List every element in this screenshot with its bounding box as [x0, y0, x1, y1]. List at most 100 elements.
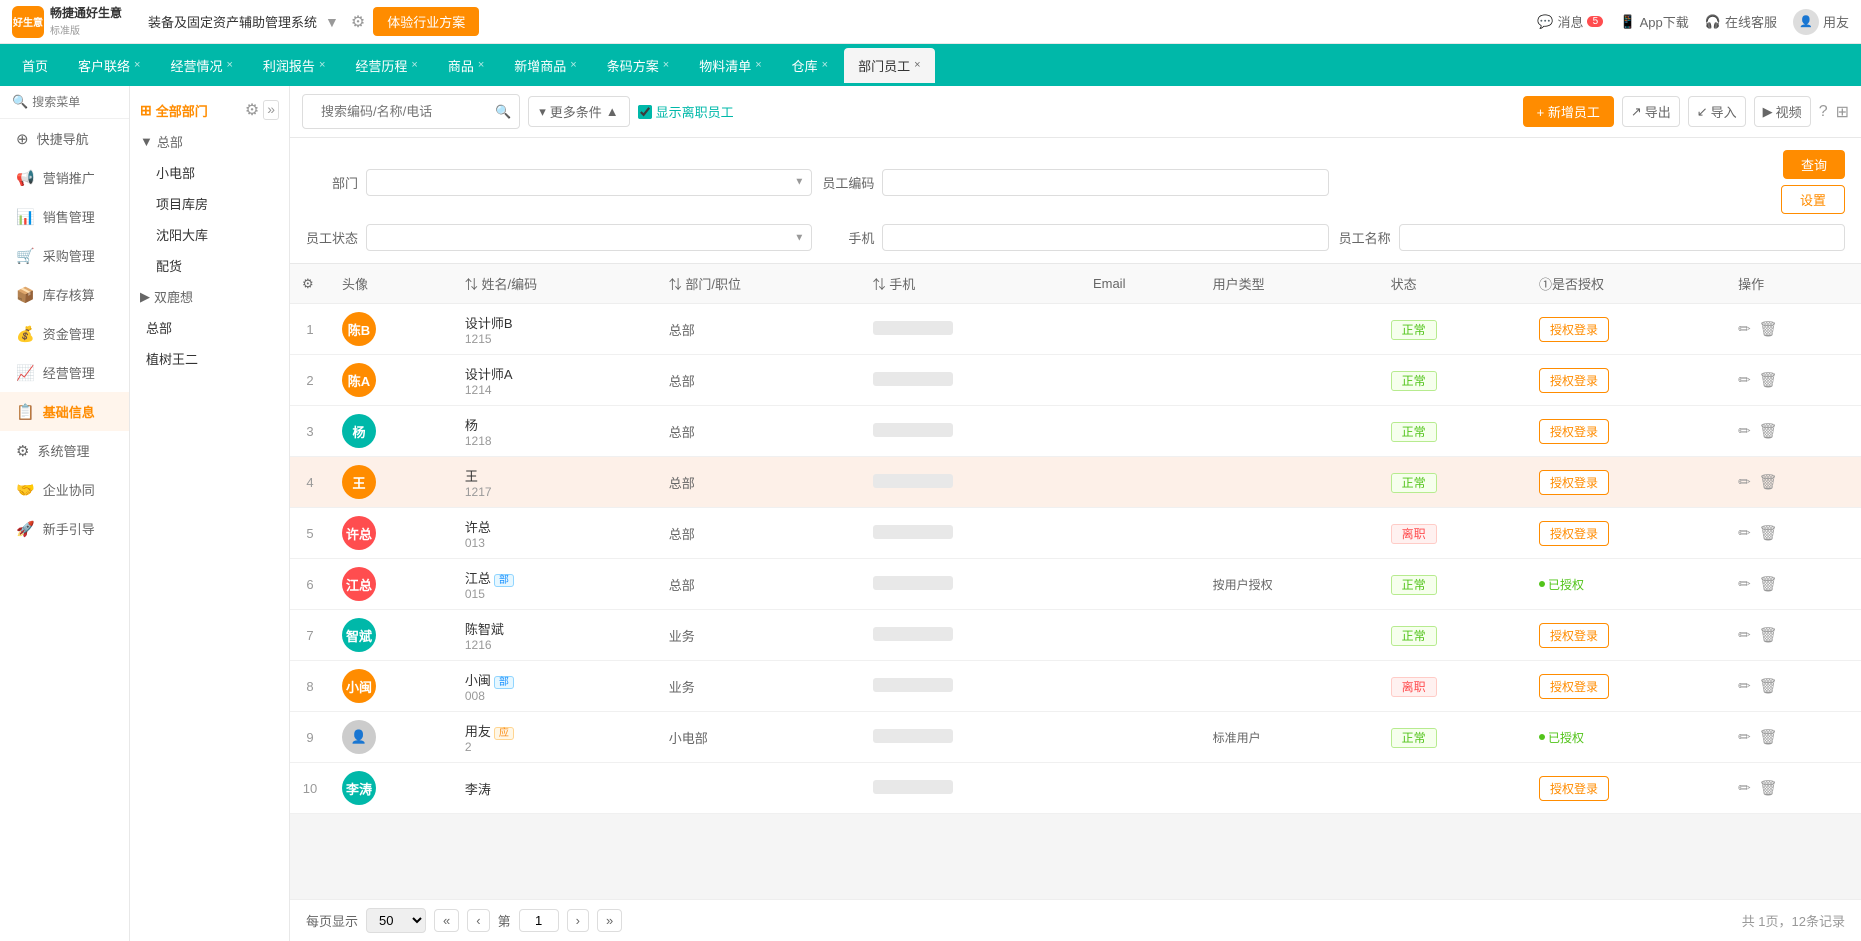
sidebar-item-business[interactable]: 📈 经营管理: [0, 353, 129, 392]
auth-login-button[interactable]: 授权登录: [1539, 470, 1609, 495]
edit-icon[interactable]: ✏: [1738, 626, 1751, 644]
nav-customer[interactable]: 客户联络 ×: [64, 48, 154, 83]
dept-item-zhishu[interactable]: 植树王二: [130, 343, 289, 374]
help-icon[interactable]: ?: [1819, 103, 1828, 121]
nav-barcode-close[interactable]: ×: [663, 59, 669, 71]
sidebar-search-input[interactable]: [32, 95, 117, 109]
more-filters-button[interactable]: ▾ 更多条件 ▲: [528, 96, 629, 127]
settings-icon[interactable]: ⚙: [351, 12, 365, 32]
next-page-button[interactable]: ›: [567, 909, 589, 932]
online-service-button[interactable]: 🎧 在线客服: [1705, 12, 1777, 31]
edit-icon[interactable]: ✏: [1738, 320, 1751, 338]
auth-login-button[interactable]: 授权登录: [1539, 368, 1609, 393]
delete-icon[interactable]: 🗑: [1759, 728, 1778, 746]
nav-add-goods[interactable]: 新增商品 ×: [500, 48, 590, 83]
sidebar-item-marketing[interactable]: 📢 营销推广: [0, 158, 129, 197]
nav-home[interactable]: 首页: [8, 48, 62, 83]
sidebar-item-finance[interactable]: 💰 资金管理: [0, 314, 129, 353]
delete-icon[interactable]: 🗑: [1759, 779, 1778, 797]
user-menu[interactable]: 👤 用友: [1793, 9, 1849, 35]
sidebar-item-purchase[interactable]: 🛒 采购管理: [0, 236, 129, 275]
empstatus-select[interactable]: [366, 224, 812, 251]
delete-icon[interactable]: 🗑: [1759, 371, 1778, 389]
app-download-button[interactable]: 📱 App下载: [1619, 12, 1688, 31]
nav-history-close[interactable]: ×: [411, 59, 417, 71]
dept-collapse-btn[interactable]: »: [263, 100, 279, 120]
auth-login-button[interactable]: 授权登录: [1539, 419, 1609, 444]
cell-auth[interactable]: 授权登录: [1527, 661, 1726, 712]
nav-barcode[interactable]: 条码方案 ×: [593, 48, 683, 83]
edit-icon[interactable]: ✏: [1738, 371, 1751, 389]
sidebar-item-sales[interactable]: 📊 销售管理: [0, 197, 129, 236]
nav-operation[interactable]: 经营情况 ×: [156, 48, 246, 83]
nav-profit-close[interactable]: ×: [319, 59, 325, 71]
nav-bom[interactable]: 物料清单 ×: [685, 48, 775, 83]
edit-icon[interactable]: ✏: [1738, 422, 1751, 440]
cell-auth[interactable]: 授权登录: [1527, 508, 1726, 559]
search-icon-btn[interactable]: 🔍: [495, 104, 511, 120]
nav-warehouse-close[interactable]: ×: [822, 59, 828, 71]
all-dept-label[interactable]: ⊞ 全部部门: [140, 101, 208, 120]
cell-auth[interactable]: 授权登录: [1527, 610, 1726, 661]
edit-icon[interactable]: ✏: [1738, 575, 1751, 593]
nav-dept-staff[interactable]: 部门员工 ×: [844, 48, 934, 83]
delete-icon[interactable]: 🗑: [1759, 473, 1778, 491]
delete-icon[interactable]: 🗑: [1759, 320, 1778, 338]
dept-select[interactable]: [366, 169, 812, 196]
message-button[interactable]: 💬 消息 5: [1537, 12, 1603, 31]
nav-customer-close[interactable]: ×: [134, 59, 140, 71]
sidebar-item-quicknav[interactable]: ⊕ 快捷导航: [0, 119, 129, 158]
nav-goods-close[interactable]: ×: [478, 59, 484, 71]
empname-input[interactable]: [1399, 224, 1845, 251]
nav-goods[interactable]: 商品 ×: [434, 48, 498, 83]
export-button[interactable]: ↗ 导出: [1622, 96, 1680, 127]
import-button[interactable]: ↙ 导入: [1688, 96, 1746, 127]
edit-icon[interactable]: ✏: [1738, 779, 1751, 797]
th-name[interactable]: ⇅ 姓名/编码: [453, 264, 657, 304]
table-settings-icon[interactable]: ⊞: [1836, 102, 1849, 122]
sidebar-item-sysmanage[interactable]: ⚙ 系统管理: [0, 431, 129, 470]
dept-item-xiaodian[interactable]: 小电部: [130, 157, 289, 188]
show-resigned-toggle[interactable]: 显示离职员工: [638, 102, 734, 121]
set-button[interactable]: 设置: [1781, 185, 1845, 214]
delete-icon[interactable]: 🗑: [1759, 626, 1778, 644]
sidebar-item-guide[interactable]: 🚀 新手引导: [0, 509, 129, 548]
sidebar-item-collab[interactable]: 🤝 企业协同: [0, 470, 129, 509]
dept-group-shuanglu[interactable]: ▶ 双鹿想: [130, 281, 289, 312]
edit-icon[interactable]: ✏: [1738, 728, 1751, 746]
auth-login-button[interactable]: 授权登录: [1539, 317, 1609, 342]
last-page-button[interactable]: »: [597, 909, 622, 932]
nav-history[interactable]: 经营历程 ×: [341, 48, 431, 83]
nav-operation-close[interactable]: ×: [226, 59, 232, 71]
view-button[interactable]: ▶ 视频: [1754, 96, 1811, 127]
delete-icon[interactable]: 🗑: [1759, 575, 1778, 593]
dept-settings-icon[interactable]: ⚙: [245, 100, 259, 120]
dept-item-shenyang[interactable]: 沈阳大库: [130, 219, 289, 250]
edit-icon[interactable]: ✏: [1738, 524, 1751, 542]
cell-auth[interactable]: 授权登录: [1527, 406, 1726, 457]
nav-bom-close[interactable]: ×: [755, 59, 761, 71]
nav-add-goods-close[interactable]: ×: [570, 59, 576, 71]
dept-item-xiangmu[interactable]: 项目库房: [130, 188, 289, 219]
nav-dept-staff-close[interactable]: ×: [914, 59, 920, 71]
phone-input[interactable]: [882, 224, 1328, 251]
delete-icon[interactable]: 🗑: [1759, 677, 1778, 695]
per-page-select[interactable]: 50 100: [366, 908, 426, 933]
page-input[interactable]: [519, 909, 559, 932]
show-resigned-checkbox[interactable]: [638, 105, 652, 119]
nav-profit[interactable]: 利润报告 ×: [249, 48, 339, 83]
delete-icon[interactable]: 🗑: [1759, 422, 1778, 440]
delete-icon[interactable]: 🗑: [1759, 524, 1778, 542]
dept-item-peihuo[interactable]: 配货: [130, 250, 289, 281]
first-page-button[interactable]: «: [434, 909, 459, 932]
sidebar-item-basicinfo[interactable]: 📋 基础信息: [0, 392, 129, 431]
cell-auth[interactable]: 已授权: [1527, 559, 1726, 610]
auth-login-button[interactable]: 授权登录: [1539, 776, 1609, 801]
trial-button[interactable]: 体验行业方案: [373, 7, 479, 36]
empcode-input[interactable]: [882, 169, 1328, 196]
th-phone[interactable]: ⇅ 手机: [861, 264, 1081, 304]
auth-login-button[interactable]: 授权登录: [1539, 674, 1609, 699]
cell-auth[interactable]: 授权登录: [1527, 763, 1726, 814]
th-settings[interactable]: ⚙: [290, 264, 330, 304]
search-input[interactable]: [311, 99, 491, 124]
